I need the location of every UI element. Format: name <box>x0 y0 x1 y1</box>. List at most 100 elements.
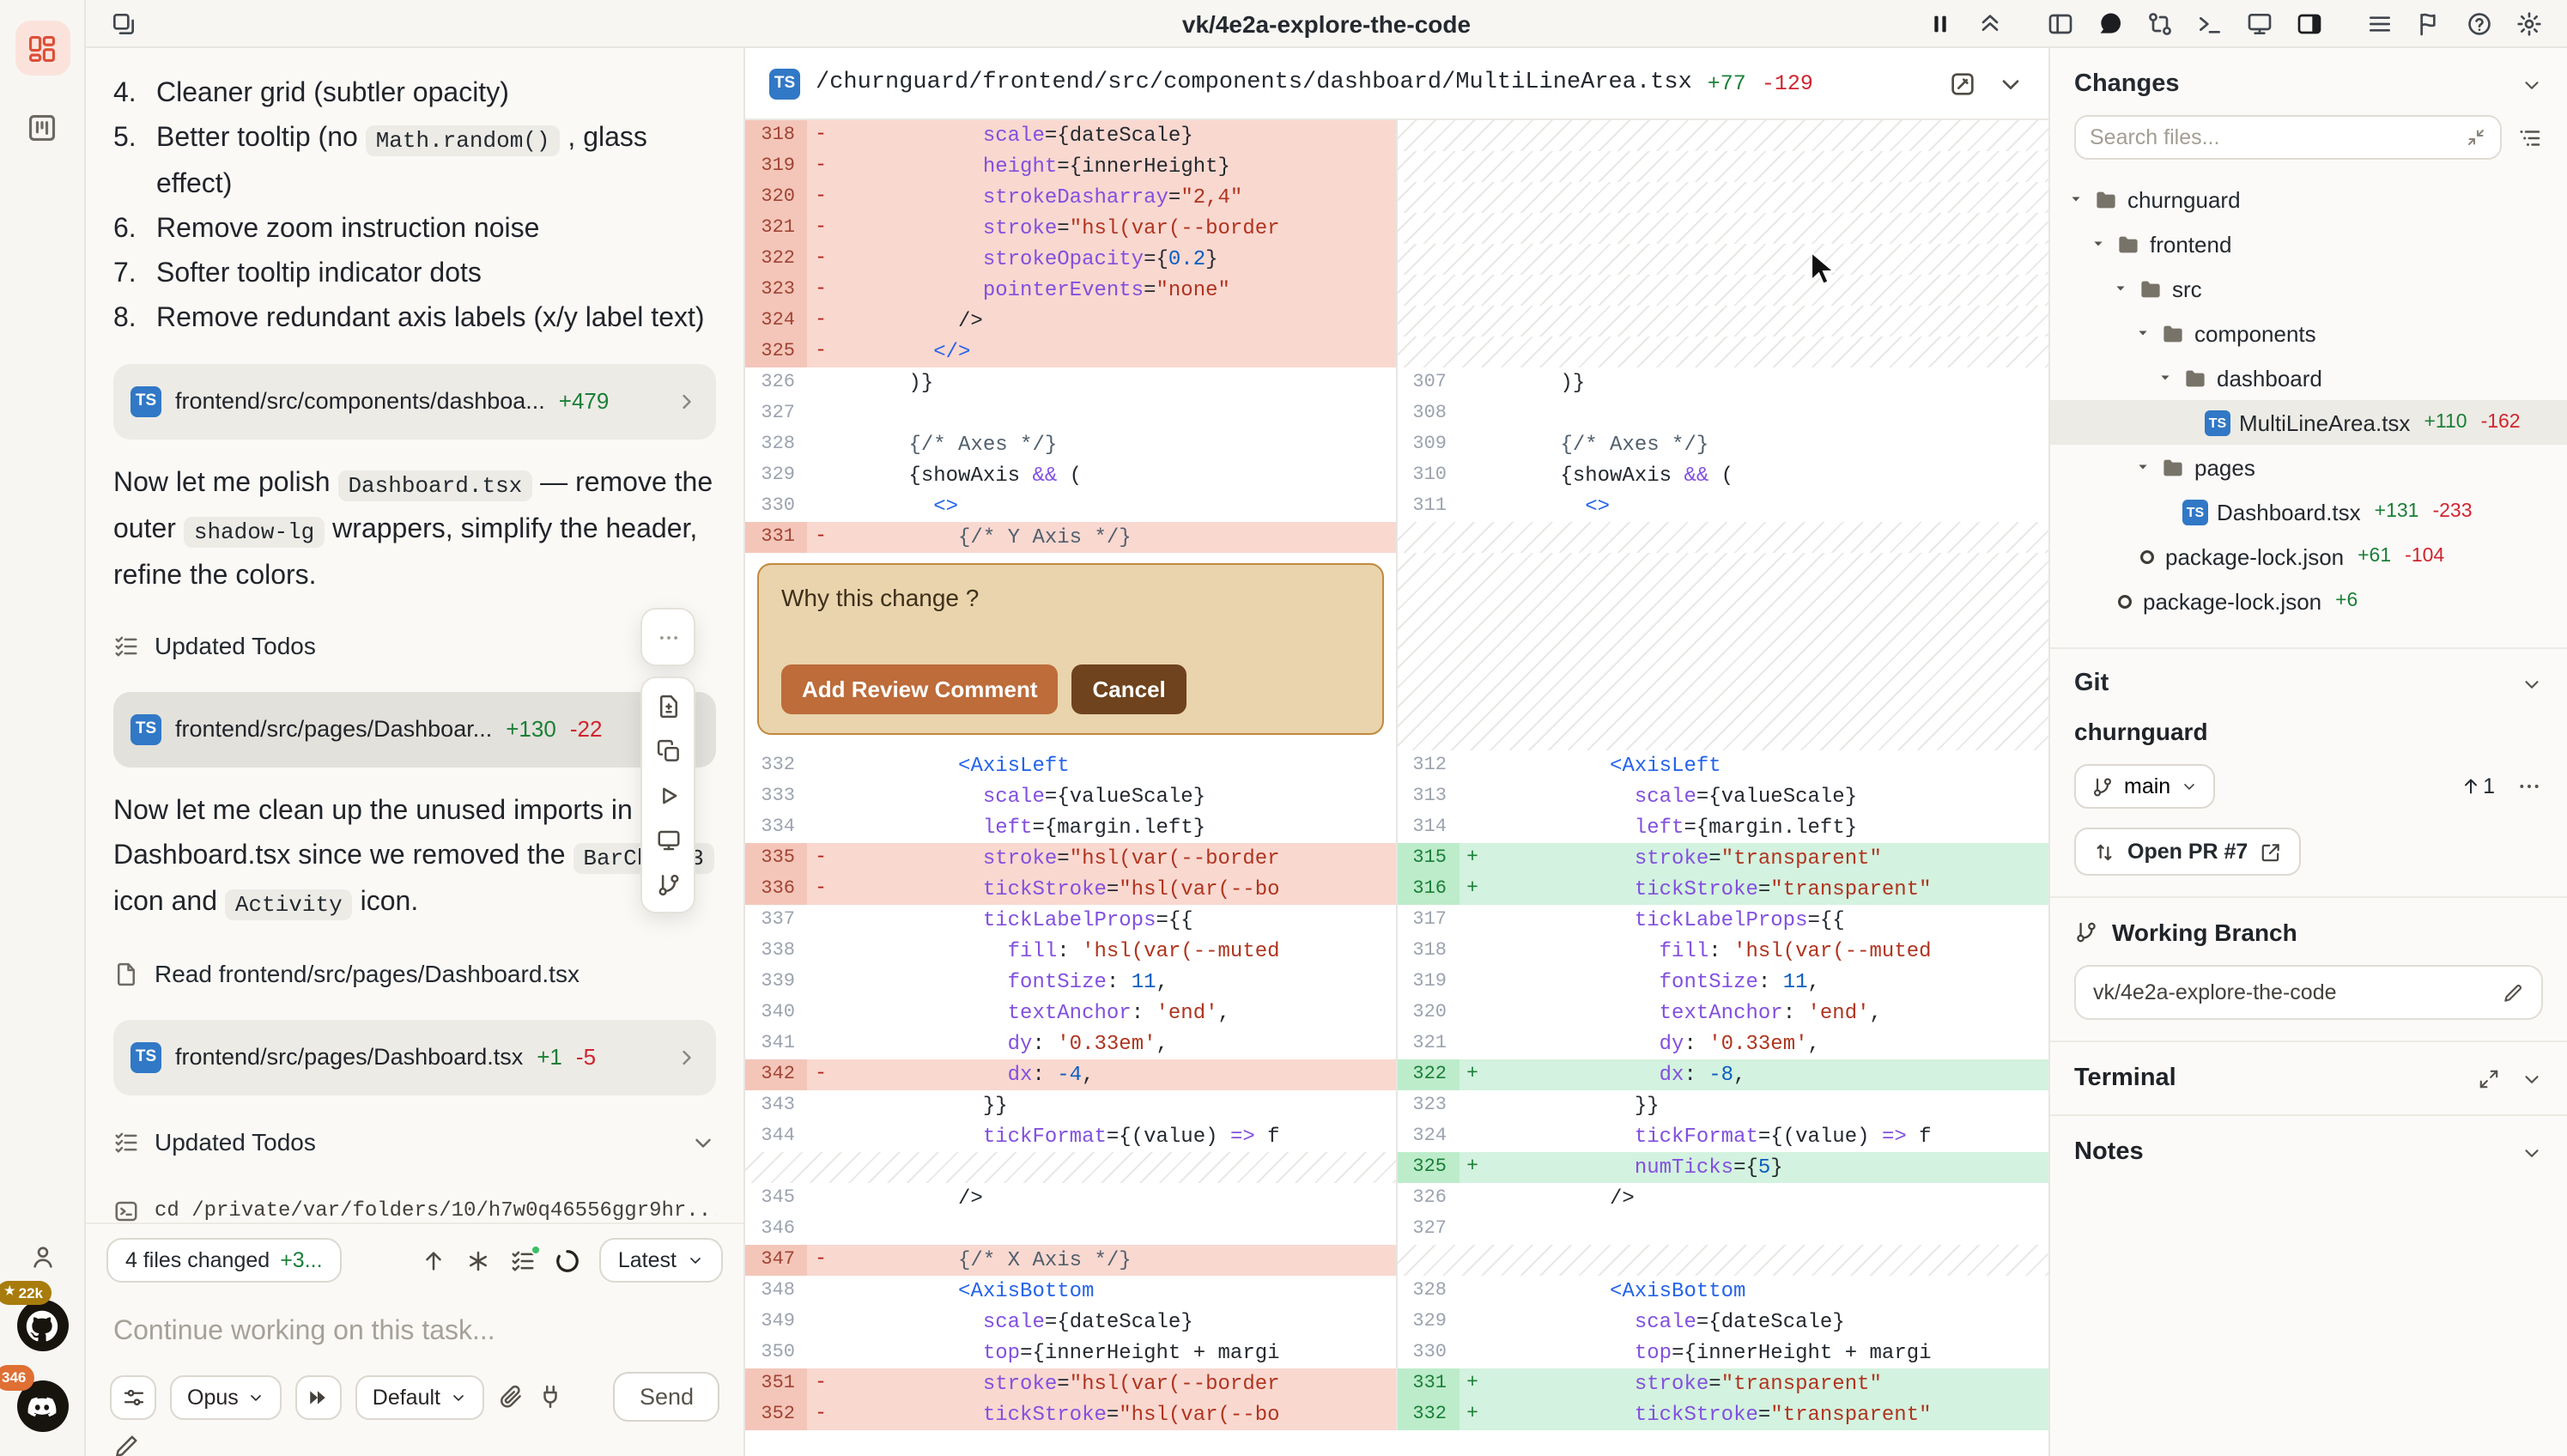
files-changed-button[interactable]: 4 files changed +3... <box>106 1238 342 1283</box>
attach-file-icon[interactable] <box>497 1384 523 1410</box>
todo-update-row[interactable]: Updated Todos <box>113 623 716 668</box>
file-diff-button[interactable] <box>647 683 689 728</box>
pause-icon[interactable] <box>1927 9 1954 37</box>
line-number[interactable]: 341 <box>745 1028 807 1059</box>
line-number[interactable]: 319 <box>745 151 807 182</box>
line-number[interactable]: 311 <box>1397 491 1459 522</box>
line-number[interactable]: 313 <box>1397 781 1459 812</box>
commits-ahead[interactable]: 1 <box>2461 774 2495 798</box>
line-number[interactable]: 328 <box>745 429 807 460</box>
line-number[interactable]: 343 <box>745 1090 807 1121</box>
git-compare-icon[interactable] <box>2146 9 2174 37</box>
tree-file-Dashboard.tsx[interactable]: TSDashboard.tsx+131-233 <box>2050 489 2567 534</box>
review-comment-input[interactable]: Why this change ? <box>781 584 1359 611</box>
tree-folder-src[interactable]: src <box>2050 266 2567 311</box>
chevron-down-icon[interactable] <box>2521 1067 2543 1089</box>
cancel-button[interactable]: Cancel <box>1072 664 1186 714</box>
line-number[interactable]: 330 <box>745 491 807 522</box>
line-number[interactable]: 325 <box>745 337 807 367</box>
person-icon[interactable] <box>28 1243 56 1271</box>
line-number[interactable]: 334 <box>745 812 807 843</box>
line-number[interactable]: 349 <box>745 1307 807 1338</box>
file-diff-chip[interactable]: TSfrontend/src/components/dashboa...+479 <box>113 364 716 440</box>
chevron-down-icon[interactable] <box>1997 70 2024 97</box>
todo-update-row[interactable]: Updated Todos <box>113 1119 716 1164</box>
monitor-button[interactable] <box>647 817 689 862</box>
tree-folder-frontend[interactable]: frontend <box>2050 221 2567 266</box>
line-number[interactable]: 340 <box>745 998 807 1028</box>
model-dropdown[interactable]: Opus <box>170 1374 282 1419</box>
discord-link[interactable]: 346 <box>16 1380 68 1432</box>
tree-folder-components[interactable]: components <box>2050 311 2567 355</box>
line-number[interactable]: 321 <box>745 213 807 244</box>
flag-icon[interactable] <box>2416 9 2443 37</box>
chat-icon[interactable] <box>2097 9 2124 37</box>
github-link[interactable]: ★22k <box>16 1300 68 1351</box>
line-number[interactable]: 336 <box>745 874 807 905</box>
send-button[interactable]: Send <box>614 1372 719 1422</box>
line-number[interactable]: 346 <box>745 1214 807 1245</box>
line-number[interactable]: 339 <box>745 967 807 998</box>
open-pr-button[interactable]: Open PR #7 <box>2074 828 2301 876</box>
chevrons-up-icon[interactable] <box>1976 9 2004 37</box>
line-number[interactable]: 348 <box>745 1276 807 1307</box>
line-number[interactable]: 347 <box>745 1245 807 1276</box>
line-number[interactable]: 329 <box>745 460 807 491</box>
add-review-comment-button[interactable]: Add Review Comment <box>781 664 1059 714</box>
line-number[interactable]: 338 <box>745 936 807 967</box>
line-number[interactable]: 332 <box>745 750 807 781</box>
line-number[interactable]: 335 <box>745 843 807 874</box>
line-number[interactable]: 322 <box>745 244 807 275</box>
more-options-icon[interactable] <box>2515 773 2543 800</box>
notes-section-header[interactable]: Notes <box>2050 1114 2567 1188</box>
terminal-command-row[interactable]: cd /private/var/folders/10/h7w0q46556ggr… <box>113 1188 716 1222</box>
rail-workspace-button[interactable] <box>15 21 70 76</box>
menu-icon[interactable] <box>2366 9 2394 37</box>
monitor-icon[interactable] <box>2246 9 2273 37</box>
line-number[interactable]: 351 <box>745 1368 807 1399</box>
gear-icon[interactable] <box>2515 9 2543 37</box>
mode-dropdown[interactable]: Default <box>355 1374 483 1419</box>
search-input[interactable] <box>2090 125 2455 149</box>
play-button[interactable] <box>647 773 689 817</box>
chevron-down-icon[interactable] <box>2521 73 2543 95</box>
edit-square-icon[interactable] <box>1949 70 1976 97</box>
chevron-down-icon[interactable] <box>2521 672 2543 695</box>
line-number[interactable]: 324 <box>745 306 807 337</box>
rail-board-button[interactable] <box>15 100 70 155</box>
arrow-up-icon[interactable] <box>421 1247 446 1273</box>
line-number[interactable]: 323 <box>745 275 807 306</box>
git-branch-button[interactable] <box>647 862 689 907</box>
line-number[interactable]: 323 <box>1397 1090 1459 1121</box>
line-number[interactable]: 352 <box>745 1399 807 1430</box>
pen-icon[interactable] <box>113 1434 139 1456</box>
chevron-down-icon[interactable] <box>2521 1141 2543 1163</box>
line-number[interactable]: 350 <box>745 1338 807 1368</box>
file-diff-chip[interactable]: TSfrontend/src/pages/Dashboar...+130-22 <box>113 692 716 767</box>
terminal-section-header[interactable]: Terminal <box>2050 1040 2567 1114</box>
line-number[interactable]: 337 <box>745 905 807 936</box>
line-number[interactable]: 314 <box>1397 812 1459 843</box>
line-number[interactable]: 326 <box>1397 1183 1459 1214</box>
file-diff-chip[interactable]: TSfrontend/src/pages/Dashboard.tsx+1-5 <box>113 1020 716 1095</box>
tree-folder-dashboard[interactable]: dashboard <box>2050 355 2567 400</box>
line-number[interactable]: 324 <box>1397 1121 1459 1152</box>
line-number[interactable]: 320 <box>745 182 807 213</box>
line-number[interactable]: 342 <box>745 1059 807 1090</box>
chat-input[interactable] <box>110 1303 719 1351</box>
panel-right-icon[interactable] <box>2296 9 2323 37</box>
tree-folder-pages[interactable]: pages <box>2050 445 2567 489</box>
settings-sliders-button[interactable] <box>110 1374 156 1419</box>
working-branch-box[interactable]: vk/4e2a-explore-the-code <box>2074 965 2543 1020</box>
line-number[interactable]: 331 <box>1397 1368 1459 1399</box>
line-number[interactable]: 333 <box>745 781 807 812</box>
line-number[interactable]: 319 <box>1397 967 1459 998</box>
line-number[interactable]: 325 <box>1397 1152 1459 1183</box>
tree-file-MultiLineArea.tsx[interactable]: TSMultiLineArea.tsx+110-162 <box>2050 400 2567 445</box>
tree-folder-churnguard[interactable]: churnguard <box>2050 177 2567 221</box>
line-number[interactable]: 331 <box>745 522 807 553</box>
line-number[interactable]: 308 <box>1397 398 1459 429</box>
line-number[interactable]: 315 <box>1397 843 1459 874</box>
collapse-icon[interactable] <box>2466 127 2486 148</box>
line-number[interactable]: 329 <box>1397 1307 1459 1338</box>
